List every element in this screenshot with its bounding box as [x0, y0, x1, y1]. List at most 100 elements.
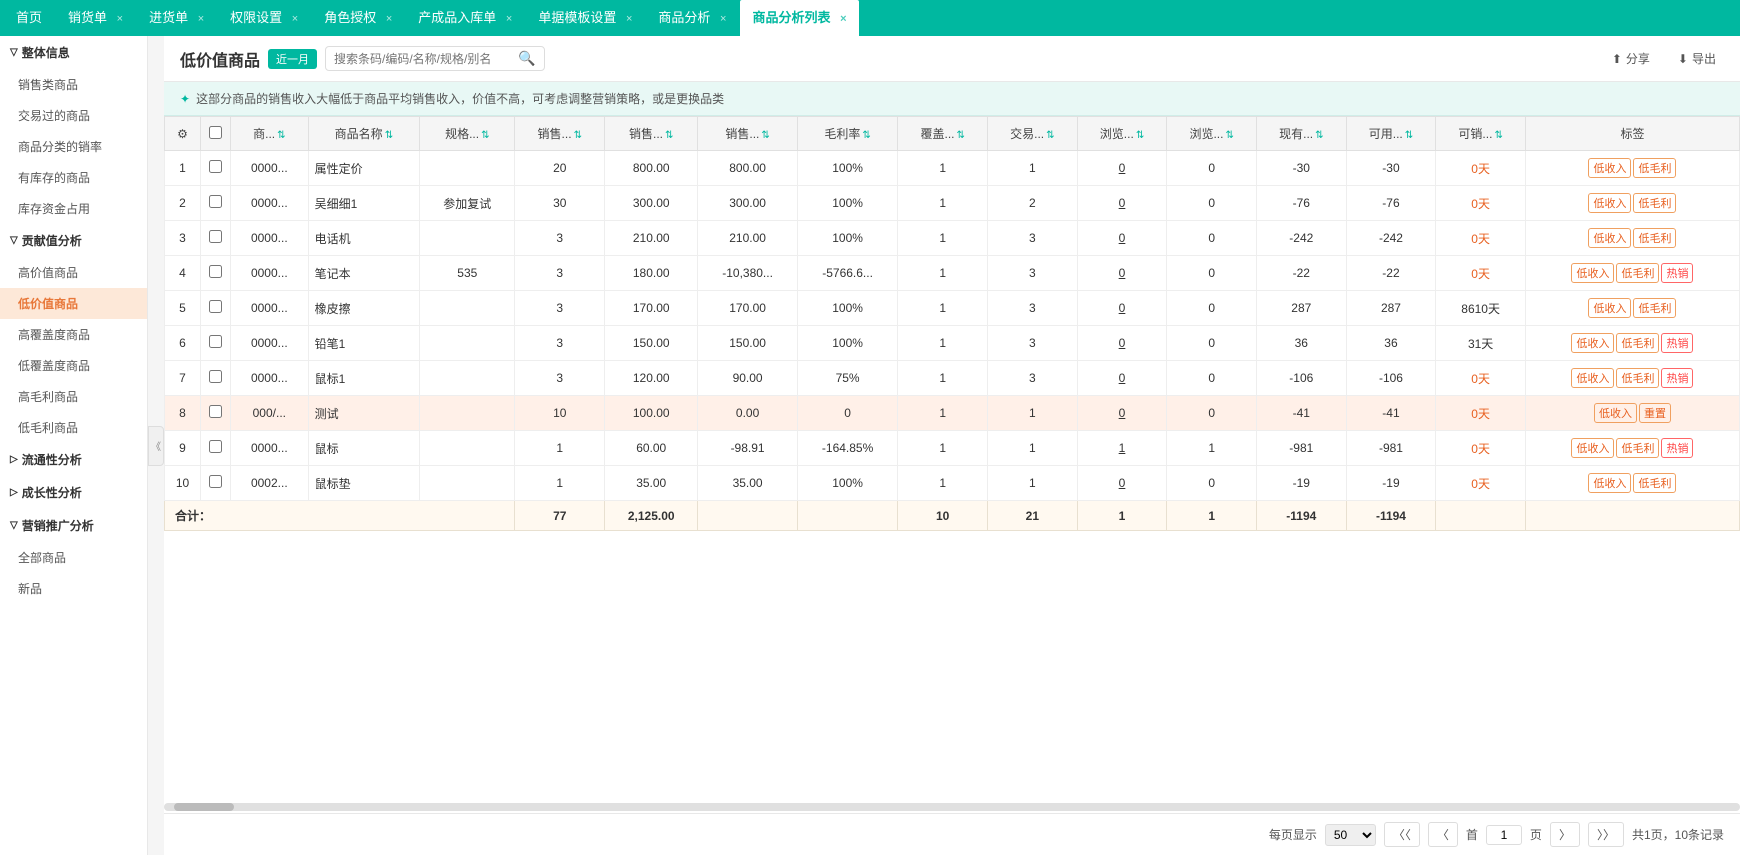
cell-checkbox[interactable] [201, 186, 231, 221]
col-code[interactable]: 商...⇅ [231, 117, 309, 151]
last-page-btn[interactable]: 〉〉 [1588, 822, 1624, 847]
col-sales-cost[interactable]: 销售...⇅ [698, 117, 797, 151]
col-settings[interactable]: ⚙ [165, 117, 201, 151]
col-trade-count[interactable]: 交易...⇅ [988, 117, 1078, 151]
sidebar-item-high-coverage[interactable]: 高覆盖度商品 [0, 319, 147, 350]
sidebar-section-contribution[interactable]: ▽ 贡献值分析 [0, 224, 147, 257]
cell-checkbox[interactable] [201, 221, 231, 256]
col-available[interactable]: 可用...⇅ [1346, 117, 1436, 151]
sidebar-item-high-value[interactable]: 高价值商品 [0, 257, 147, 288]
browse1-link[interactable]: 0 [1119, 476, 1126, 490]
browse1-link[interactable]: 0 [1119, 336, 1126, 350]
col-checkbox[interactable] [201, 117, 231, 151]
sidebar-item-traded-products[interactable]: 交易过的商品 [0, 100, 147, 131]
cell-checkbox[interactable] [201, 326, 231, 361]
row-checkbox[interactable] [209, 405, 222, 418]
close-roles-icon[interactable]: × [386, 13, 392, 25]
close-template-icon[interactable]: × [626, 13, 632, 25]
col-browse1[interactable]: 浏览...⇅ [1077, 117, 1167, 151]
browse1-link[interactable]: 0 [1119, 301, 1126, 315]
sidebar-section-marketing[interactable]: ▽ 营销推广分析 [0, 509, 147, 542]
sidebar-item-sales-products[interactable]: 销售类商品 [0, 69, 147, 100]
browse1-link[interactable]: 0 [1119, 196, 1126, 210]
select-all-checkbox[interactable] [209, 126, 222, 139]
col-browse2[interactable]: 浏览...⇅ [1167, 117, 1257, 151]
sidebar-item-inventory-capital[interactable]: 库存资金占用 [0, 193, 147, 224]
cell-browse1[interactable]: 0 [1077, 291, 1167, 326]
col-gross-margin[interactable]: 毛利率⇅ [797, 117, 898, 151]
nav-item-roles[interactable]: 角色授权 × [312, 0, 404, 36]
cell-browse1[interactable]: 0 [1077, 326, 1167, 361]
row-checkbox[interactable] [209, 230, 222, 243]
nav-item-permissions[interactable]: 权限设置 × [218, 0, 310, 36]
scroll-track[interactable] [164, 803, 1740, 811]
browse1-link[interactable]: 1 [1119, 441, 1126, 455]
cell-checkbox[interactable] [201, 256, 231, 291]
first-page-btn[interactable]: 〈〈 [1384, 822, 1420, 847]
nav-item-template[interactable]: 单据模板设置 × [526, 0, 644, 36]
sidebar-item-low-value[interactable]: 低价值商品 [0, 288, 147, 319]
nav-item-analysis[interactable]: 商品分析 × [646, 0, 738, 36]
nav-item-analysis-list[interactable]: 商品分析列表 × [740, 0, 858, 36]
sidebar-item-category-rate[interactable]: 商品分类的销率 [0, 131, 147, 162]
row-checkbox[interactable] [209, 335, 222, 348]
search-input[interactable] [334, 52, 514, 66]
close-analysis-icon[interactable]: × [720, 13, 726, 25]
browse1-link[interactable]: 0 [1119, 371, 1126, 385]
cell-checkbox[interactable] [201, 431, 231, 466]
nav-item-purchase[interactable]: 进货单 × [137, 0, 216, 36]
sidebar-item-high-margin[interactable]: 高毛利商品 [0, 381, 147, 412]
sidebar-item-all-products[interactable]: 全部商品 [0, 542, 147, 573]
cell-browse1[interactable]: 0 [1077, 221, 1167, 256]
nav-item-sales[interactable]: 销货单 × [56, 0, 135, 36]
row-checkbox[interactable] [209, 370, 222, 383]
cell-browse1[interactable]: 1 [1077, 431, 1167, 466]
cell-browse1[interactable]: 0 [1077, 361, 1167, 396]
row-checkbox[interactable] [209, 440, 222, 453]
cell-browse1[interactable]: 0 [1077, 256, 1167, 291]
export-btn[interactable]: ⬇ 导出 [1670, 46, 1724, 71]
sidebar-section-circulation[interactable]: ▷ 流通性分析 [0, 443, 147, 476]
sidebar-item-new-products[interactable]: 新品 [0, 573, 147, 604]
cell-browse1[interactable]: 0 [1077, 186, 1167, 221]
col-coverage[interactable]: 覆盖...⇅ [898, 117, 988, 151]
row-checkbox[interactable] [209, 160, 222, 173]
row-checkbox[interactable] [209, 265, 222, 278]
sidebar-item-inventory-products[interactable]: 有库存的商品 [0, 162, 147, 193]
cell-checkbox[interactable] [201, 466, 231, 501]
time-filter-btn[interactable]: 近一月 [268, 49, 317, 69]
nav-item-home[interactable]: 首页 [4, 0, 54, 36]
next-page-btn[interactable]: 〉 [1550, 822, 1580, 847]
cell-browse1[interactable]: 0 [1077, 151, 1167, 186]
row-checkbox[interactable] [209, 195, 222, 208]
sidebar-section-growth[interactable]: ▷ 成长性分析 [0, 476, 147, 509]
cell-checkbox[interactable] [201, 151, 231, 186]
sidebar-section-overall[interactable]: ▽ 整体信息 [0, 36, 147, 69]
close-analysis-list-icon[interactable]: × [840, 13, 846, 25]
col-sales-qty[interactable]: 销售...⇅ [515, 117, 605, 151]
sidebar-item-low-coverage[interactable]: 低覆盖度商品 [0, 350, 147, 381]
close-purchase-icon[interactable]: × [198, 13, 204, 25]
col-sellable[interactable]: 可销...⇅ [1436, 117, 1526, 151]
col-current[interactable]: 现有...⇅ [1256, 117, 1346, 151]
row-checkbox[interactable] [209, 300, 222, 313]
per-page-select[interactable]: 50 100 200 [1325, 824, 1376, 846]
sidebar-collapse-btn[interactable]: 《 [148, 426, 164, 466]
col-name[interactable]: 商品名称⇅ [308, 117, 420, 151]
nav-item-product-in[interactable]: 产成品入库单 × [406, 0, 524, 36]
close-product-in-icon[interactable]: × [506, 13, 512, 25]
browse1-link[interactable]: 0 [1119, 266, 1126, 280]
scroll-thumb[interactable] [174, 803, 234, 811]
col-sales-amount[interactable]: 销售...⇅ [605, 117, 698, 151]
cell-checkbox[interactable] [201, 291, 231, 326]
close-sales-icon[interactable]: × [117, 13, 123, 25]
cell-checkbox[interactable] [201, 396, 231, 431]
search-icon[interactable]: 🔍 [518, 50, 535, 67]
page-input[interactable] [1486, 825, 1522, 845]
cell-browse1[interactable]: 0 [1077, 396, 1167, 431]
cell-checkbox[interactable] [201, 361, 231, 396]
row-checkbox[interactable] [209, 475, 222, 488]
close-permissions-icon[interactable]: × [292, 13, 298, 25]
cell-browse1[interactable]: 0 [1077, 466, 1167, 501]
browse1-link[interactable]: 0 [1119, 406, 1126, 420]
